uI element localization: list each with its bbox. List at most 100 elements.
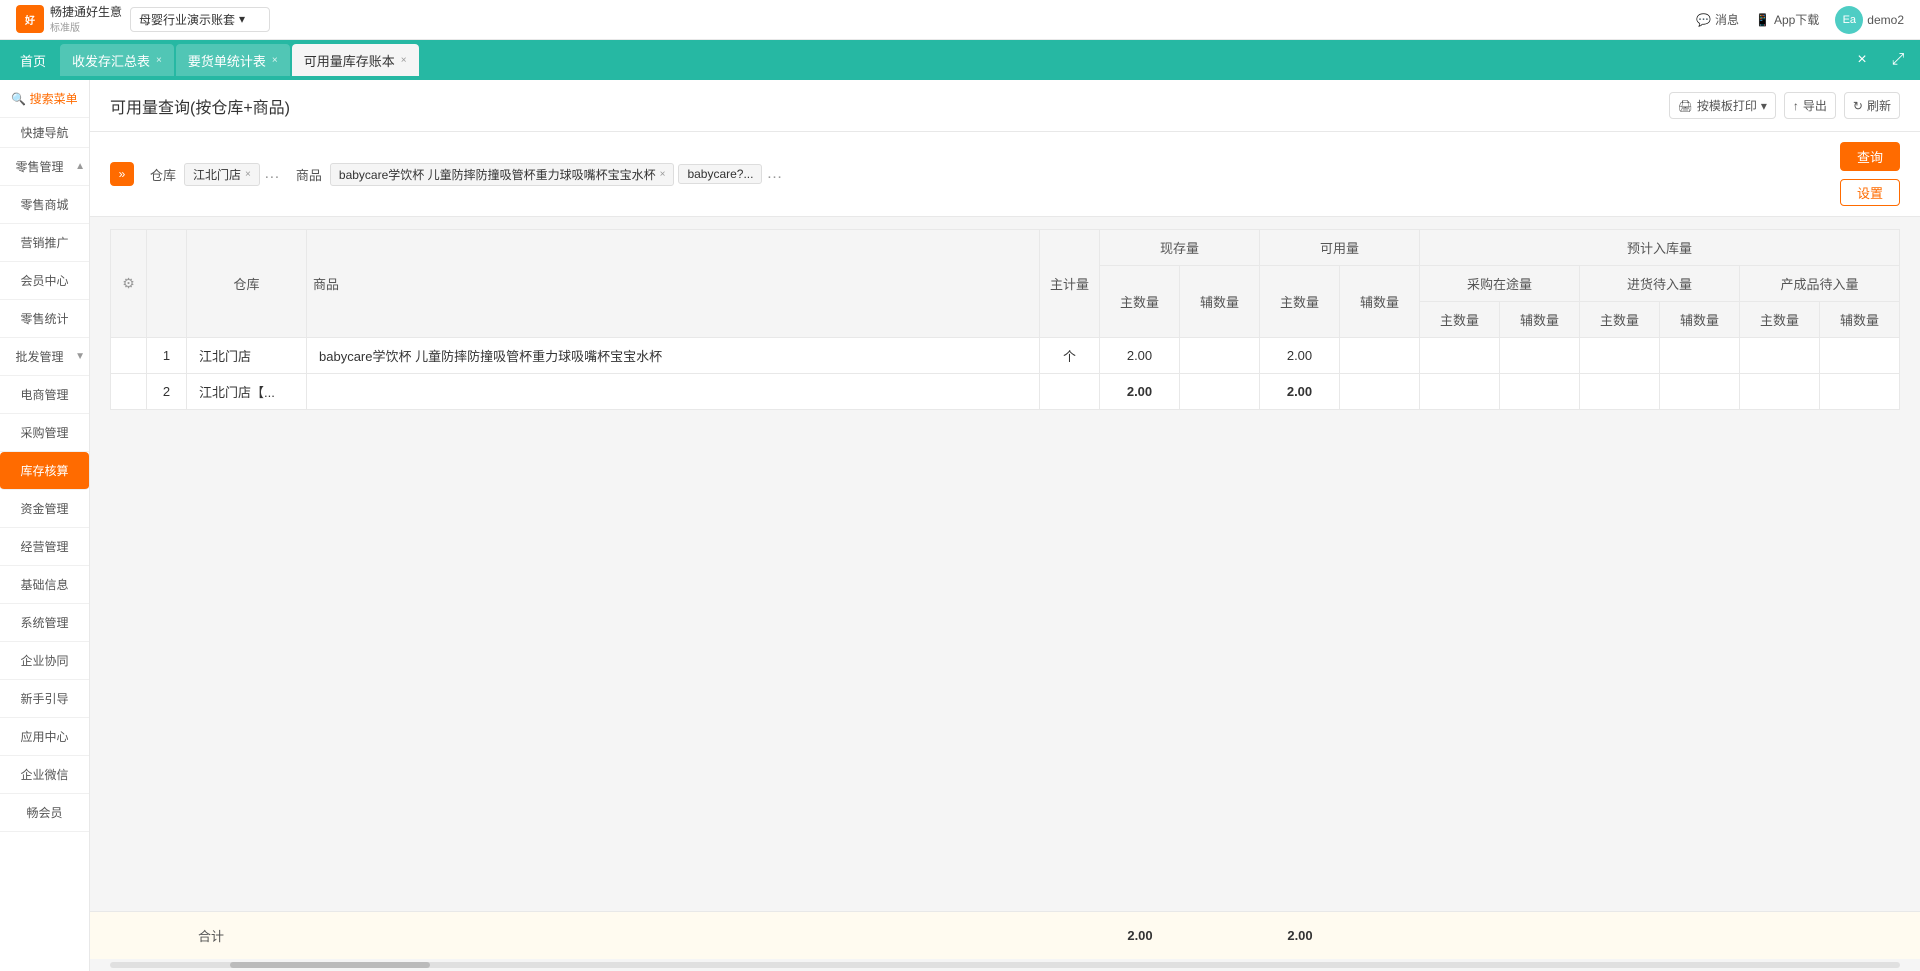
sidebar-item-stock-check[interactable]: 库存核算 <box>0 452 89 490</box>
table-row: 2 江北门店【... 2.00 2.00 <box>111 374 1900 410</box>
table-container[interactable]: ⚙ 仓库 商品 主计量 现存量 可用量 预计入库量 主数量 辅数量 主数量 <box>90 217 1920 911</box>
filter-warehouse-tag-1-close[interactable]: × <box>245 169 251 180</box>
tab-available-stock[interactable]: 可用量库存账本 × <box>292 44 419 76</box>
sidebar-item-retail-mall-label: 零售商城 <box>4 196 85 213</box>
td-inbound-main-2 <box>1580 374 1660 410</box>
td-gear-1 <box>111 338 147 374</box>
template-print-btn[interactable]: 🖨 按模板打印 ▾ <box>1669 92 1776 119</box>
export-btn[interactable]: ↑ 导出 <box>1784 92 1836 119</box>
refresh-icon: ↻ <box>1853 99 1863 113</box>
filter-area: » 仓库 江北门店 × … 商品 babycare学饮杯 儿童防摔防撞吸管杯重力… <box>90 132 1920 217</box>
footer-row: 合计 2.00 2.00 <box>110 920 1900 951</box>
sidebar-item-enterprise-wechat[interactable]: 企业微信 <box>0 756 89 794</box>
logo-icon: 好 <box>16 5 44 33</box>
footer-td-unit <box>1040 920 1100 951</box>
filter-product-tag-1-close[interactable]: × <box>660 169 666 180</box>
export-label: 导出 <box>1803 97 1827 114</box>
table-footer: 合计 2.00 2.00 <box>90 911 1920 959</box>
sidebar-item-enterprise-collab[interactable]: 企业协同 <box>0 642 89 680</box>
data-table: ⚙ 仓库 商品 主计量 现存量 可用量 预计入库量 主数量 辅数量 主数量 <box>110 229 1900 410</box>
sidebar-item-member-center[interactable]: 会员中心 <box>0 262 89 300</box>
filter-expand-btn[interactable]: » <box>110 162 134 186</box>
th-inbound-main: 主数量 <box>1580 302 1660 338</box>
th-product-group: 产成品待入量 <box>1740 266 1900 302</box>
sidebar-item-ops-mgmt-label: 经营管理 <box>4 538 85 555</box>
td-inbound-main-1 <box>1580 338 1660 374</box>
th-gear[interactable]: ⚙ <box>111 230 147 338</box>
org-selector[interactable]: 母婴行业演示账套 ▾ <box>130 7 270 32</box>
tab-order-stats[interactable]: 要货单统计表 × <box>176 44 290 76</box>
sidebar-item-batch-mgmt[interactable]: 批发管理 ▼ <box>0 338 89 376</box>
sidebar-search[interactable]: 🔍 搜索菜单 <box>0 80 89 118</box>
query-btn[interactable]: 查询 <box>1840 142 1900 171</box>
td-product-1: babycare学饮杯 儿童防摔防撞吸管杯重力球吸嘴杯宝宝水杯 <box>307 338 1040 374</box>
sidebar-item-finance-mgmt[interactable]: 资金管理 <box>0 490 89 528</box>
tab-close-all-btn[interactable]: × <box>1848 46 1876 74</box>
gear-icon[interactable]: ⚙ <box>122 275 135 291</box>
footer-stock-main: 2.00 <box>1100 920 1180 951</box>
setting-btn[interactable]: 设置 <box>1840 179 1900 206</box>
sidebar-nav-label: 快捷导航 <box>20 126 68 140</box>
tab-receipt-summary-close[interactable]: × <box>156 55 162 66</box>
sidebar-item-member-center-label: 会员中心 <box>4 272 85 289</box>
sidebar-item-purchase-mgmt[interactable]: 采购管理 <box>0 414 89 452</box>
tab-home[interactable]: 首页 <box>8 44 58 76</box>
sidebar-item-ops-mgmt[interactable]: 经营管理 <box>0 528 89 566</box>
refresh-btn[interactable]: ↻ 刷新 <box>1844 92 1900 119</box>
horizontal-scroll-area[interactable] <box>90 959 1920 971</box>
sidebar-item-basic-info[interactable]: 基础信息 <box>0 566 89 604</box>
user-area[interactable]: Ea demo2 <box>1835 6 1904 34</box>
message-btn[interactable]: 💬 消息 <box>1696 11 1739 28</box>
th-product-main: 主数量 <box>1740 302 1820 338</box>
scroll-thumb[interactable] <box>230 962 430 968</box>
app-download-icon: 📱 <box>1755 13 1770 27</box>
sidebar-item-member-label: 畅会员 <box>4 804 85 821</box>
footer-inbound-main <box>1580 920 1660 951</box>
avatar-text: Ea <box>1843 14 1856 26</box>
sidebar-item-ecommerce-mgmt[interactable]: 电商管理 <box>0 376 89 414</box>
filter-product-tag-1-text: babycare学饮杯 儿童防摔防撞吸管杯重力球吸嘴杯宝宝水杯 <box>339 166 656 183</box>
search-icon: 🔍 <box>11 92 26 106</box>
sidebar-nav[interactable]: 快捷导航 <box>0 118 89 148</box>
th-product: 商品 <box>307 230 1040 338</box>
tab-receipt-summary[interactable]: 收发存汇总表 × <box>60 44 174 76</box>
sidebar-item-marketing[interactable]: 营销推广 <box>0 224 89 262</box>
filter-product-tag-2[interactable]: babycare?... <box>678 164 762 184</box>
footer-avail-aux <box>1340 920 1420 951</box>
td-avail-main-1: 2.00 <box>1260 338 1340 374</box>
refresh-label: 刷新 <box>1867 97 1891 114</box>
user-name: demo2 <box>1867 13 1904 27</box>
footer-purchase-main <box>1420 920 1500 951</box>
tab-available-stock-label: 可用量库存账本 <box>304 51 395 70</box>
sidebar-item-finance-mgmt-label: 资金管理 <box>4 500 85 517</box>
sidebar-item-retail-mall[interactable]: 零售商城 <box>0 186 89 224</box>
filter-warehouse-tag-1[interactable]: 江北门店 × <box>184 163 260 186</box>
sidebar-item-member[interactable]: 畅会员 <box>0 794 89 832</box>
footer-product-aux <box>1820 920 1900 951</box>
th-avail-main: 主数量 <box>1260 266 1340 338</box>
filter-product-more[interactable]: … <box>766 165 782 183</box>
td-product-main-1 <box>1740 338 1820 374</box>
tab-order-stats-close[interactable]: × <box>272 55 278 66</box>
footer-total-label: 合计 <box>186 920 1040 951</box>
th-available-group: 可用量 <box>1260 230 1420 266</box>
logo-text-block: 畅捷通好生意 标准版 <box>50 5 122 34</box>
top-bar-left: 好 畅捷通好生意 标准版 母婴行业演示账套 ▾ <box>16 5 270 34</box>
sidebar-item-retail-stats[interactable]: 零售统计 <box>0 300 89 338</box>
sidebar-item-app-center[interactable]: 应用中心 <box>0 718 89 756</box>
th-planned-group: 预计入库量 <box>1420 230 1900 266</box>
tab-fullscreen-btn[interactable]: ⤢ <box>1884 46 1912 74</box>
sidebar-item-app-center-label: 应用中心 <box>4 728 85 745</box>
sidebar-item-retail-mgmt[interactable]: 零售管理 ▲ <box>0 148 89 186</box>
sidebar-item-new-guide[interactable]: 新手引导 <box>0 680 89 718</box>
tab-order-stats-label: 要货单统计表 <box>188 51 266 70</box>
td-product-main-2 <box>1740 374 1820 410</box>
filter-warehouse-more[interactable]: … <box>264 165 280 183</box>
th-inbound-aux: 辅数量 <box>1660 302 1740 338</box>
th-purchase-aux: 辅数量 <box>1500 302 1580 338</box>
filter-product-tag-1[interactable]: babycare学饮杯 儿童防摔防撞吸管杯重力球吸嘴杯宝宝水杯 × <box>330 163 675 186</box>
th-product-aux: 辅数量 <box>1820 302 1900 338</box>
app-download-btn[interactable]: 📱 App下载 <box>1755 11 1819 28</box>
tab-available-stock-close[interactable]: × <box>401 55 407 66</box>
sidebar-item-system-mgmt[interactable]: 系统管理 <box>0 604 89 642</box>
